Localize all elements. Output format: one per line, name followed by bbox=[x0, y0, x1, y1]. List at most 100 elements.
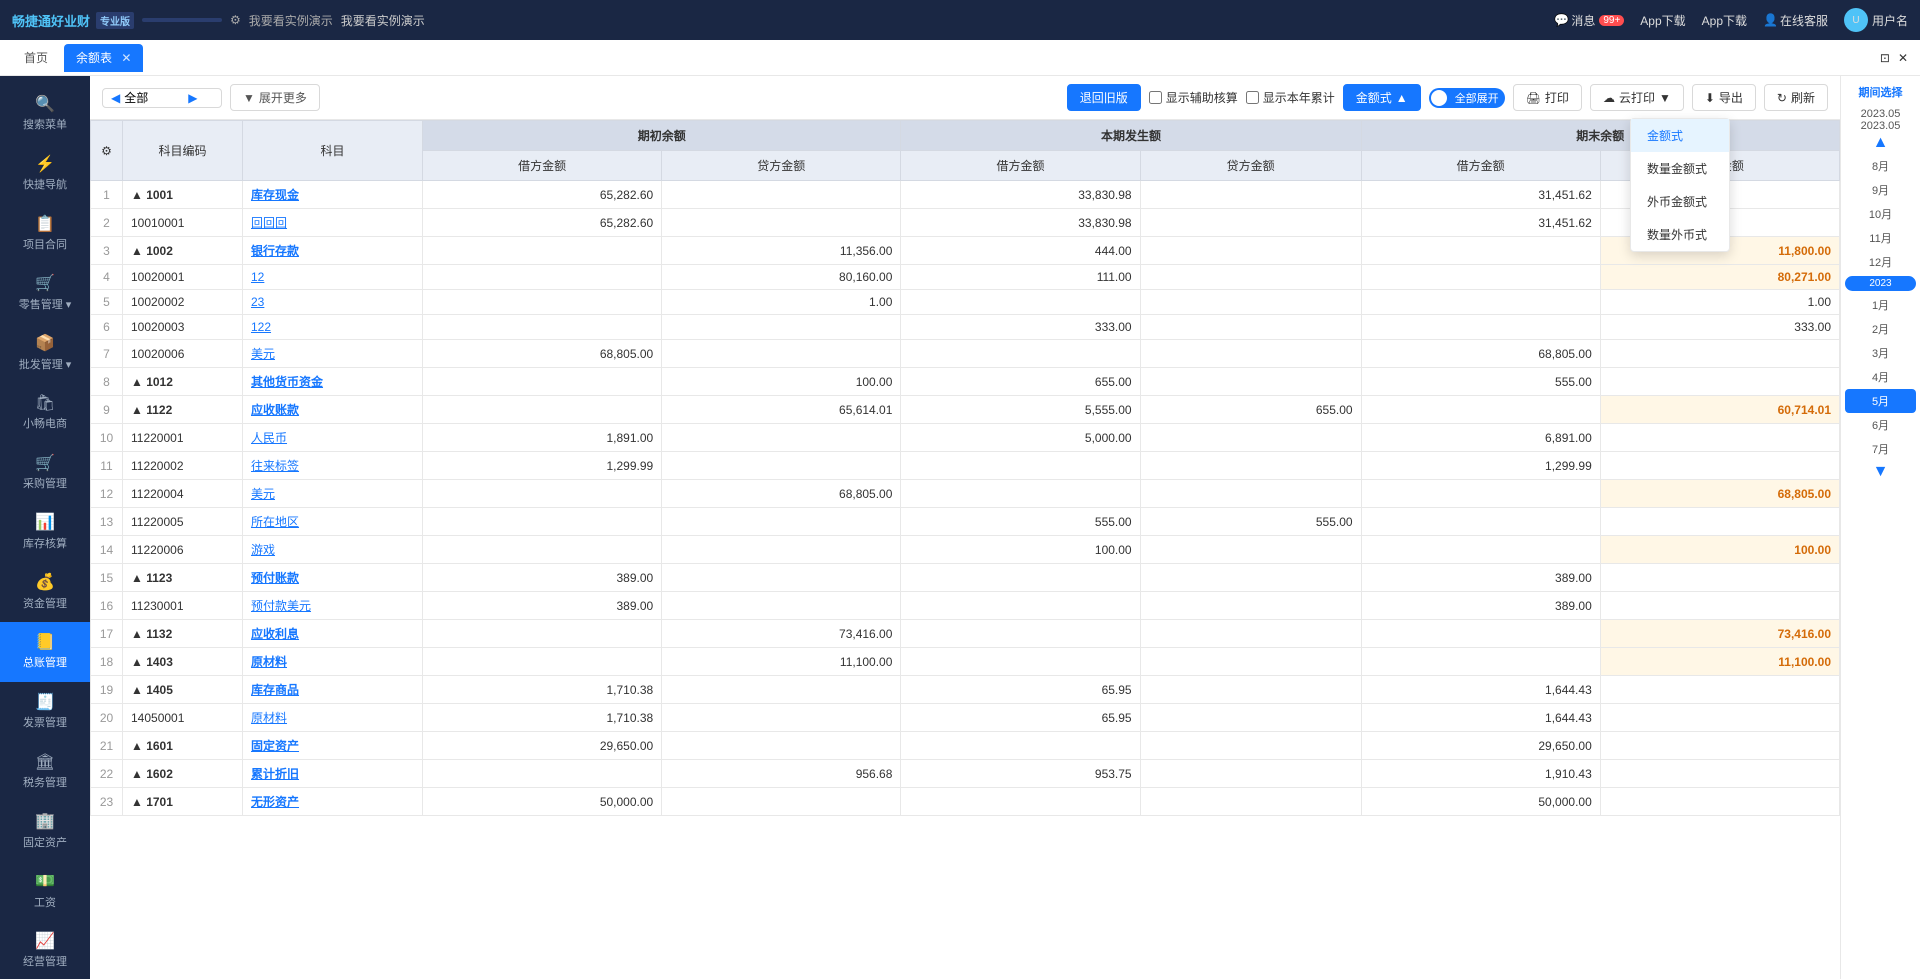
account-name-cell[interactable]: 12 bbox=[243, 265, 423, 290]
dropdown-item-qty-amount[interactable]: 数量金额式 bbox=[1631, 152, 1729, 185]
period-up-arrow[interactable]: ▲ bbox=[1873, 134, 1889, 152]
account-name-link[interactable]: 人民币 bbox=[251, 431, 287, 445]
year-2023[interactable]: 2023 bbox=[1845, 276, 1916, 291]
sidebar-item-payroll[interactable]: 💵 工资 bbox=[0, 861, 90, 921]
message-btn[interactable]: 💬 消息 99+ bbox=[1554, 12, 1624, 29]
dropdown-item-foreign-amount[interactable]: 外币金额式 bbox=[1631, 185, 1729, 218]
search-left-arrow[interactable]: ◀ bbox=[111, 91, 120, 105]
account-name-link[interactable]: 游戏 bbox=[251, 543, 275, 557]
sidebar-item-nav[interactable]: ⚡ 快捷导航 bbox=[0, 144, 90, 204]
account-name-link[interactable]: 原材料 bbox=[251, 711, 287, 725]
account-name-link[interactable]: 12 bbox=[251, 270, 264, 284]
month-10[interactable]: 10月 bbox=[1845, 202, 1916, 226]
tab-home[interactable]: 首页 bbox=[12, 44, 60, 72]
user-avatar[interactable]: U 用户名 bbox=[1844, 8, 1908, 32]
print-btn[interactable]: 🖨 打印 bbox=[1513, 84, 1582, 111]
sidebar-item-retail[interactable]: 🛒 零售管理 ▾ bbox=[0, 263, 90, 323]
account-name-cell[interactable]: 人民币 bbox=[243, 424, 423, 452]
expand-more-btn[interactable]: ▼ 展开更多 bbox=[230, 84, 320, 111]
sidebar-item-ecommerce[interactable]: 🛍 小畅电商 bbox=[0, 383, 90, 443]
sidebar: 🔍 搜索菜单 ⚡ 快捷导航 📋 项目合同 🛒 零售管理 ▾ 📦 批发管理 ▾ 🛍… bbox=[0, 76, 90, 979]
export-btn[interactable]: ⬇ 导出 bbox=[1692, 84, 1756, 111]
account-name-link[interactable]: 美元 bbox=[251, 347, 275, 361]
account-name-cell[interactable]: 美元 bbox=[243, 480, 423, 508]
account-name-link[interactable]: 122 bbox=[251, 320, 271, 334]
sidebar-item-wholesale[interactable]: 📦 批发管理 ▾ bbox=[0, 323, 90, 383]
demo-link[interactable]: 我要看实例演示 bbox=[249, 12, 333, 29]
pd-debit-cell bbox=[901, 620, 1140, 648]
month-3[interactable]: 3月 bbox=[1845, 341, 1916, 365]
sidebar-item-search[interactable]: 🔍 搜索菜单 bbox=[0, 84, 90, 144]
account-name-link: 应收利息 bbox=[251, 627, 299, 641]
tab-restore-icon[interactable]: ⊡ bbox=[1880, 51, 1890, 65]
account-name-cell[interactable]: 122 bbox=[243, 315, 423, 340]
table-row: 1 ▲ 1001 库存现金 65,282.60 33,830.98 31,451… bbox=[91, 181, 1840, 209]
sidebar-item-fixed-assets[interactable]: 🏢 固定资产 bbox=[0, 801, 90, 861]
period-down-arrow[interactable]: ▼ bbox=[1873, 463, 1889, 481]
sidebar-item-inventory[interactable]: 📊 库存核算 bbox=[0, 502, 90, 562]
sidebar-item-purchase[interactable]: 🛒 采购管理 bbox=[0, 443, 90, 503]
account-name-cell[interactable]: 23 bbox=[243, 290, 423, 315]
account-name-link[interactable]: 预付款美元 bbox=[251, 599, 311, 613]
sidebar-item-tax[interactable]: 🏛 税务管理 bbox=[0, 742, 90, 802]
tab-close-icon[interactable]: ✕ bbox=[121, 51, 131, 65]
month-1[interactable]: 1月 bbox=[1845, 293, 1916, 317]
app-download-btn[interactable]: App下载 bbox=[1640, 12, 1685, 29]
expand-all-toggle[interactable]: 全部展开 bbox=[1429, 88, 1505, 108]
account-code-cell: 14050001 bbox=[123, 704, 243, 732]
month-11[interactable]: 11月 bbox=[1845, 226, 1916, 250]
month-12[interactable]: 12月 bbox=[1845, 250, 1916, 274]
search-input[interactable] bbox=[124, 91, 184, 105]
demo-link-text[interactable]: 我要看实例演示 bbox=[341, 12, 425, 29]
amount-mode-btn[interactable]: 金额式 ▲ bbox=[1343, 84, 1421, 111]
app-title: 畅捷通好业财 bbox=[12, 11, 90, 30]
account-name-link[interactable]: 往来标签 bbox=[251, 459, 299, 473]
show-ytd-check[interactable]: 显示本年累计 bbox=[1246, 89, 1335, 106]
month-6[interactable]: 6月 bbox=[1845, 413, 1916, 437]
account-name-link[interactable]: 美元 bbox=[251, 487, 275, 501]
refresh-btn[interactable]: ↻ 刷新 bbox=[1764, 84, 1828, 111]
balance-table: ⚙ 科目编码 科目 期初余额 本期发生额 期末余额 借方金额 贷方金额 借方金额… bbox=[90, 120, 1840, 816]
sidebar-item-ledger[interactable]: 📒 总账管理 bbox=[0, 622, 90, 682]
month-8[interactable]: 8月 bbox=[1845, 154, 1916, 178]
month-2[interactable]: 2月 bbox=[1845, 317, 1916, 341]
month-7[interactable]: 7月 bbox=[1845, 437, 1916, 461]
cloud-print-btn[interactable]: ☁ 云打印 ▼ bbox=[1590, 84, 1684, 111]
th-settings[interactable]: ⚙ bbox=[91, 121, 123, 181]
search-right-arrow[interactable]: ▶ bbox=[188, 91, 197, 105]
table-row: 12 11220004 美元 68,805.00 68,805.00 bbox=[91, 480, 1840, 508]
account-name-cell[interactable]: 预付款美元 bbox=[243, 592, 423, 620]
settings-icon[interactable]: ⚙ bbox=[230, 13, 241, 27]
account-name-cell[interactable]: 游戏 bbox=[243, 536, 423, 564]
online-service-btn[interactable]: 👤 在线客服 bbox=[1763, 12, 1828, 29]
app-download-label[interactable]: App下载 bbox=[1702, 12, 1747, 29]
sidebar-item-fund[interactable]: 💰 资金管理 bbox=[0, 562, 90, 622]
account-name-cell[interactable]: 美元 bbox=[243, 340, 423, 368]
show-auxiliary-check[interactable]: 显示辅助核算 bbox=[1149, 89, 1238, 106]
dropdown-item-qty-foreign[interactable]: 数量外币式 bbox=[1631, 218, 1729, 251]
sidebar-item-invoice[interactable]: 🧾 发票管理 bbox=[0, 682, 90, 742]
account-name-link[interactable]: 23 bbox=[251, 295, 264, 309]
sidebar-item-operations[interactable]: 📈 经营管理 bbox=[0, 921, 90, 979]
search-bar-placeholder[interactable] bbox=[142, 18, 222, 22]
tab-close-all-icon[interactable]: ✕ bbox=[1898, 51, 1908, 65]
month-4[interactable]: 4月 bbox=[1845, 365, 1916, 389]
ob-credit-cell: 11,100.00 bbox=[662, 648, 901, 676]
th-ob-credit: 贷方金额 bbox=[662, 151, 901, 181]
dropdown-item-amount[interactable]: 金额式 bbox=[1631, 119, 1729, 152]
ob-debit-cell: 29,650.00 bbox=[423, 732, 662, 760]
month-9[interactable]: 9月 bbox=[1845, 178, 1916, 202]
tab-balance[interactable]: 余额表 ✕ bbox=[64, 44, 143, 72]
account-name-cell[interactable]: 回回回 bbox=[243, 209, 423, 237]
cb-debit-cell bbox=[1361, 648, 1600, 676]
pd-debit-cell: 655.00 bbox=[901, 368, 1140, 396]
account-name-cell[interactable]: 往来标签 bbox=[243, 452, 423, 480]
account-name-cell[interactable]: 所在地区 bbox=[243, 508, 423, 536]
back-to-old-btn[interactable]: 退回旧版 bbox=[1067, 84, 1141, 111]
sidebar-item-project[interactable]: 📋 项目合同 bbox=[0, 204, 90, 264]
account-name-link[interactable]: 所在地区 bbox=[251, 515, 299, 529]
account-name-link[interactable]: 回回回 bbox=[251, 216, 287, 230]
month-5[interactable]: 5月 bbox=[1845, 389, 1916, 413]
search-box[interactable]: ◀ ▶ bbox=[102, 88, 222, 108]
account-name-cell[interactable]: 原材料 bbox=[243, 704, 423, 732]
